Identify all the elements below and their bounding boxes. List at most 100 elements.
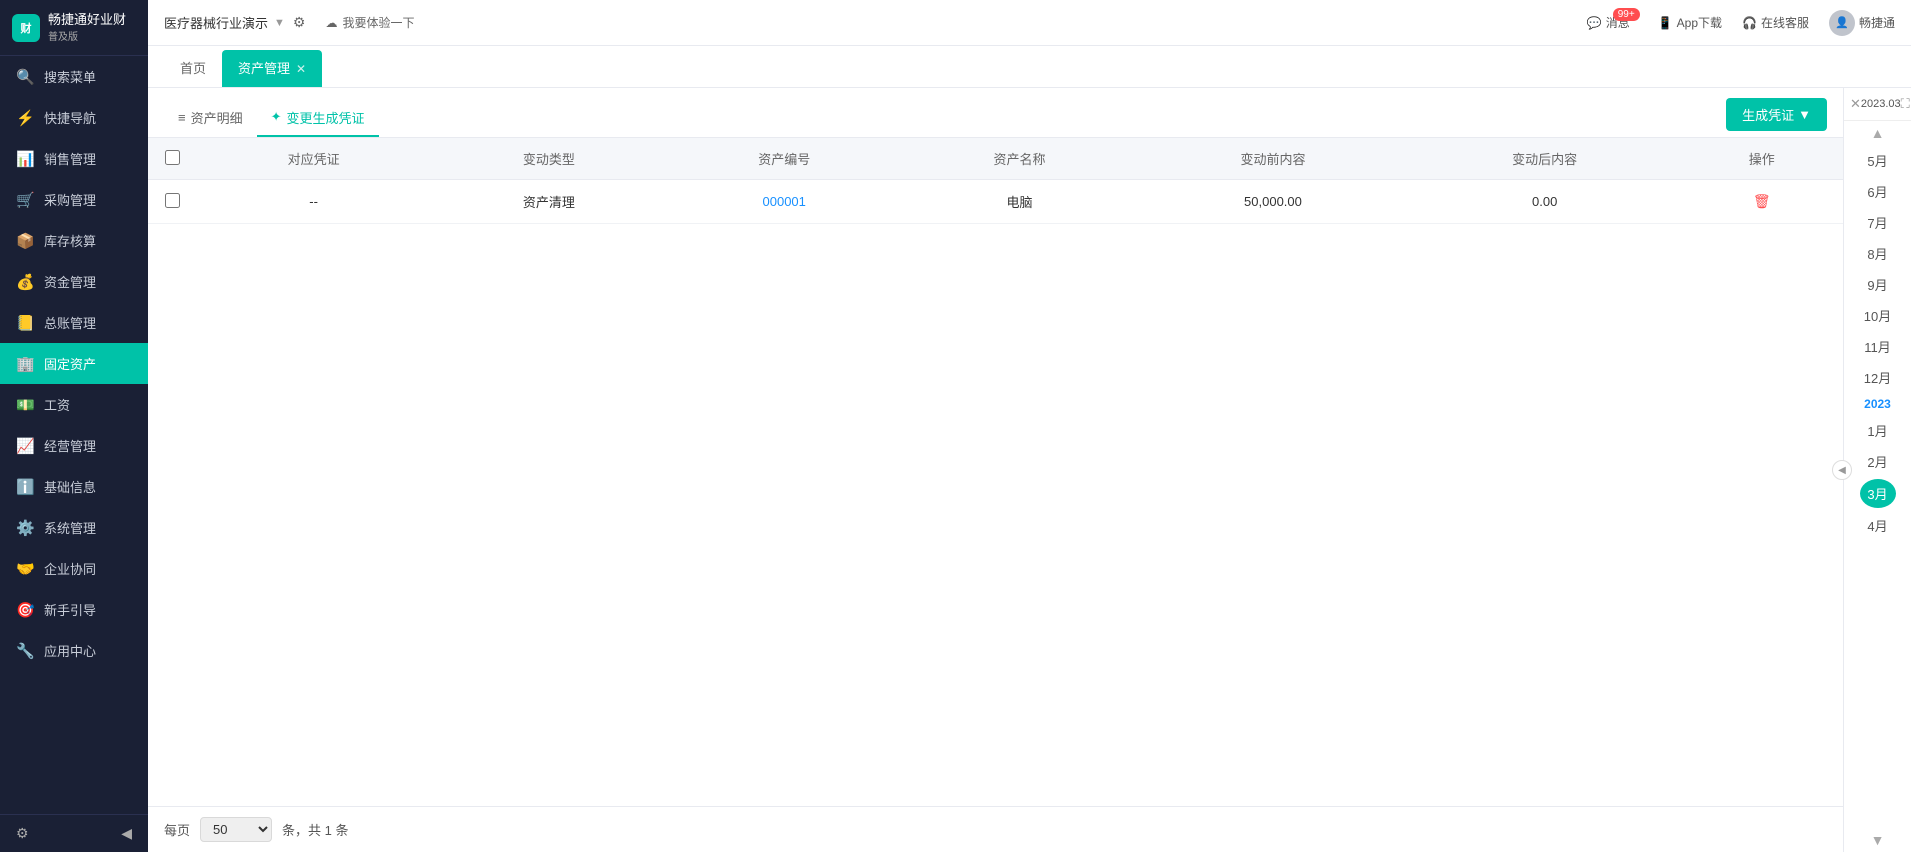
per-page-select[interactable]: 102050100	[200, 817, 272, 842]
sidebar-item-basic-info[interactable]: ℹ️基础信息	[0, 466, 148, 507]
select-all-checkbox[interactable]	[165, 150, 180, 165]
settings-gear-icon[interactable]: ⚙	[293, 14, 306, 31]
rs-month-item[interactable]: 1月	[1844, 415, 1911, 446]
tab-home[interactable]: 首页	[164, 50, 222, 87]
sidebar-label-ledger: 总账管理	[44, 313, 96, 332]
top-header: 医疗器械行业演示 ▼ ⚙ ☁ 我要体验一下 💬 消息 99+ 📱 App下载 🎧…	[148, 0, 1911, 46]
sidebar-item-fixed-assets[interactable]: 🏢固定资产	[0, 343, 148, 384]
app-name: 畅捷通好业财	[48, 12, 126, 29]
payroll-icon: 💵	[16, 396, 34, 414]
rs-header: ✕ 2023.03 ⛶	[1844, 88, 1911, 121]
sidebar-label-sales: 销售管理	[44, 149, 96, 168]
logo-icon: 财	[12, 14, 40, 42]
sidebar-label-inventory: 库存核算	[44, 231, 96, 250]
sidebar-item-payroll[interactable]: 💵工资	[0, 384, 148, 425]
company-name: 医疗器械行业演示	[164, 13, 268, 32]
rs-prev-month[interactable]: 6月	[1844, 176, 1911, 207]
header-right: 💬 消息 99+ 📱 App下载 🎧 在线客服 👤 畅捷通	[1587, 10, 1895, 36]
rs-month-item[interactable]: 3月	[1860, 479, 1896, 508]
tab-assets[interactable]: 资产管理✕	[222, 50, 322, 87]
sales-icon: 📊	[16, 150, 34, 168]
rs-month-item[interactable]: 4月	[1844, 510, 1911, 541]
col-operation: 操作	[1681, 138, 1844, 180]
app-sub: 普及版	[48, 28, 126, 43]
experience-btn[interactable]: ☁ 我要体验一下	[325, 14, 414, 31]
dropdown-arrow-icon: ▼	[1798, 107, 1811, 122]
right-sidebar-toggle[interactable]: ◀	[1832, 460, 1852, 480]
sidebar-item-finance[interactable]: 💰资金管理	[0, 261, 148, 302]
bell-icon: 💬	[1587, 16, 1602, 30]
sidebar-label-purchase: 采购管理	[44, 190, 96, 209]
col-after-change: 变动后内容	[1409, 138, 1681, 180]
sidebar-item-sales[interactable]: 📊 销售管理	[0, 138, 148, 179]
cell-checkbox-0	[148, 180, 196, 224]
rs-month-item[interactable]: 2月	[1844, 446, 1911, 477]
business-icon: 📈	[16, 437, 34, 455]
sidebar-label-quick-nav: 快捷导航	[44, 108, 96, 127]
col-checkbox	[148, 138, 196, 180]
sidebar-item-business[interactable]: 📈经营管理	[0, 425, 148, 466]
sidebar-item-inventory[interactable]: 📦库存核算	[0, 220, 148, 261]
sidebar-label-app-center: 应用中心	[44, 641, 96, 660]
sidebar-item-ledger[interactable]: 📒 总账管理	[0, 302, 148, 343]
col-before-change: 变动前内容	[1137, 138, 1409, 180]
company-selector[interactable]: 医疗器械行业演示 ▼	[164, 13, 285, 32]
col-asset-no: 资产编号	[667, 138, 902, 180]
sidebar-item-search[interactable]: 🔍搜索菜单	[0, 56, 148, 97]
sidebar-label-search: 搜索菜单	[44, 67, 96, 86]
fixed-assets-icon: 🏢	[16, 355, 34, 373]
app-logo: 财 畅捷通好业财 普及版	[0, 0, 148, 56]
rs-prev-month[interactable]: 8月	[1844, 238, 1911, 269]
rs-expand-icon[interactable]: ⛶	[1901, 96, 1910, 112]
collapse-icon[interactable]: ◀	[121, 825, 132, 842]
sidebar-item-purchase[interactable]: 🛒 采购管理	[0, 179, 148, 220]
rs-prev-month[interactable]: 12月	[1844, 362, 1911, 393]
sidebar-item-system[interactable]: ⚙️系统管理	[0, 507, 148, 548]
quick-nav-icon: ⚡	[16, 109, 34, 127]
cell-change-type-0: 资产清理	[431, 180, 666, 224]
row-checkbox-0[interactable]	[165, 193, 180, 208]
ledger-icon: 📒	[16, 314, 34, 332]
app-download-btn[interactable]: 📱 App下载	[1658, 14, 1722, 31]
cell-before-change-0: 50,000.00	[1137, 180, 1409, 224]
rs-prev-month[interactable]: 11月	[1844, 331, 1911, 362]
company-arrow-icon: ▼	[274, 17, 285, 29]
notifications-btn[interactable]: 💬 消息 99+	[1587, 14, 1630, 31]
sidebar-item-quick-nav[interactable]: ⚡ 快捷导航	[0, 97, 148, 138]
change-icon: ✦	[271, 109, 282, 125]
rs-scroll-down[interactable]: ▼	[1867, 828, 1889, 852]
table-row: -- 资产清理 000001 电脑 50,000.00 0.00 🗑	[148, 180, 1843, 224]
tab-asset-detail-label: 资产明细	[191, 108, 243, 127]
rs-prev-month[interactable]: 9月	[1844, 269, 1911, 300]
rs-prev-month[interactable]: 5月	[1844, 145, 1911, 176]
user-profile-btn[interactable]: 👤 畅捷通	[1829, 10, 1895, 36]
username-label: 畅捷通	[1859, 14, 1895, 31]
settings-icon[interactable]: ⚙	[16, 825, 29, 842]
sidebar-item-guide[interactable]: 🎯新手引导	[0, 589, 148, 630]
rs-scroll-up[interactable]: ▲	[1867, 121, 1889, 145]
rs-prev-month[interactable]: 7月	[1844, 207, 1911, 238]
avatar: 👤	[1829, 10, 1855, 36]
delete-icon[interactable]: 🗑	[1753, 193, 1771, 209]
cell-asset-name-0: 电脑	[902, 180, 1137, 224]
cell-asset-no-0[interactable]: 000001	[667, 180, 902, 224]
rs-close-icon[interactable]: ✕	[1850, 96, 1861, 112]
sidebar-item-enterprise[interactable]: 🤝 企业协同	[0, 548, 148, 589]
generate-voucher-button[interactable]: 生成凭证 ▼	[1726, 98, 1827, 131]
tab-asset-detail[interactable]: ≡ 资产明细	[164, 100, 257, 137]
purchase-icon: 🛒	[16, 191, 34, 209]
rs-prev-month[interactable]: 10月	[1844, 300, 1911, 331]
tab-change-voucher[interactable]: ✦ 变更生成凭证	[257, 100, 379, 137]
app-download-label: App下载	[1677, 14, 1722, 31]
rs-current-year: 2023	[1844, 393, 1911, 415]
sidebar-label-guide: 新手引导	[44, 600, 96, 619]
tab-close-assets[interactable]: ✕	[296, 62, 306, 76]
col-change-type: 变动类型	[431, 138, 666, 180]
sidebar: 财 畅捷通好业财 普及版 🔍搜索菜单 ⚡ 快捷导航 📊 销售管理 🛒 采购管理 📦库存核算💰资…	[0, 0, 148, 852]
customer-service-btn[interactable]: 🎧 在线客服	[1742, 14, 1809, 31]
sidebar-label-basic-info: 基础信息	[44, 477, 96, 496]
content-area: ≡ 资产明细 ✦ 变更生成凭证 生成凭证 ▼	[148, 88, 1911, 852]
sidebar-label-enterprise: 企业协同	[44, 559, 96, 578]
sidebar-item-app-center[interactable]: 🔧应用中心	[0, 630, 148, 671]
enterprise-icon: 🤝	[16, 560, 34, 578]
